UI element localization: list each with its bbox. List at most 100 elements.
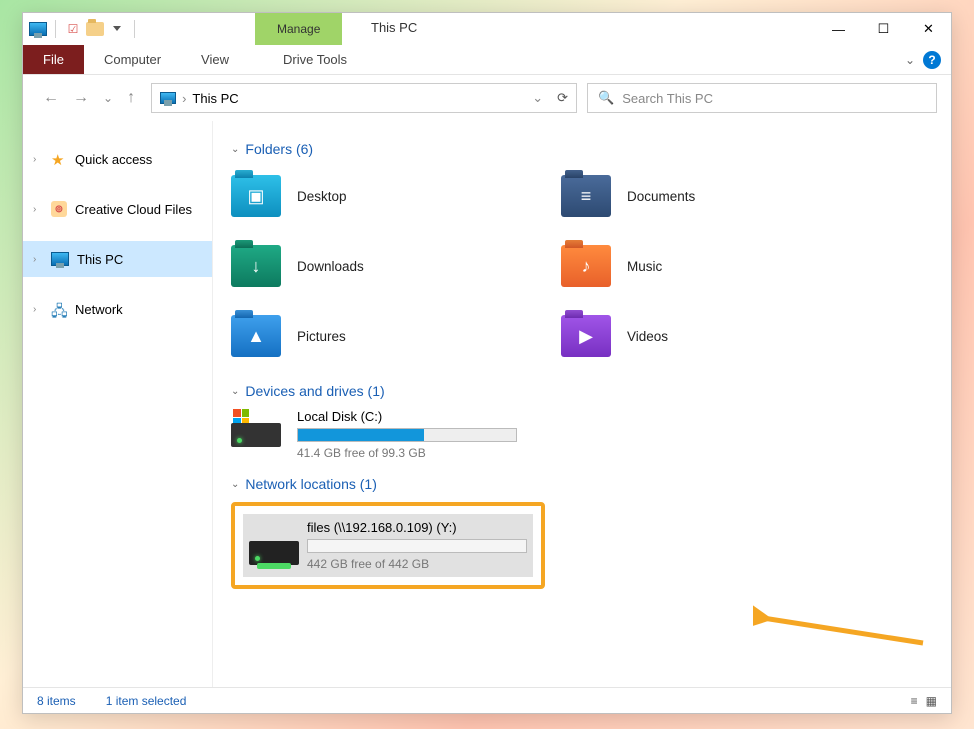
thumbnails-view-icon[interactable]: ▦ bbox=[926, 694, 937, 708]
ribbon-tabs: File Computer View Drive Tools ⌄ ? bbox=[23, 45, 951, 75]
section-title: Devices and drives (1) bbox=[245, 383, 384, 399]
pc-icon bbox=[51, 252, 69, 266]
quick-access-toolbar: ☑ bbox=[23, 20, 139, 38]
documents-icon: ≡ bbox=[561, 175, 611, 217]
sidebar-item-this-pc[interactable]: › This PC bbox=[23, 241, 212, 277]
sidebar-item-label: This PC bbox=[77, 252, 123, 267]
refresh-button[interactable]: ⟳ bbox=[557, 90, 568, 106]
minimize-button[interactable]: — bbox=[816, 13, 861, 45]
section-folders-header[interactable]: ⌄ Folders (6) bbox=[231, 141, 933, 157]
folders-grid: ▣ Desktop ≡ Documents ↓ Downloads ♪ Musi… bbox=[231, 167, 933, 365]
folder-label: Desktop bbox=[297, 189, 347, 204]
drive-label: Local Disk (C:) bbox=[297, 409, 933, 424]
expand-icon[interactable]: › bbox=[33, 154, 43, 165]
downloads-icon: ↓ bbox=[231, 245, 281, 287]
storage-bar bbox=[307, 539, 527, 553]
qat-dropdown-icon[interactable] bbox=[108, 20, 126, 38]
tab-file[interactable]: File bbox=[23, 45, 84, 74]
network-icon: 🖧 bbox=[51, 301, 67, 317]
local-disk-c[interactable]: Local Disk (C:) 41.4 GB free of 99.3 GB bbox=[231, 409, 933, 460]
sidebar-item-label: Network bbox=[75, 302, 123, 317]
breadcrumb-separator-icon: › bbox=[182, 91, 186, 106]
search-box[interactable]: 🔍 Search This PC bbox=[587, 83, 937, 113]
tab-view[interactable]: View bbox=[181, 45, 249, 74]
folder-label: Documents bbox=[627, 189, 695, 204]
explorer-window: ☑ Manage This PC — ☐ ✕ File Computer Vie… bbox=[22, 12, 952, 714]
section-devices-header[interactable]: ⌄ Devices and drives (1) bbox=[231, 383, 933, 399]
titlebar: ☑ Manage This PC — ☐ ✕ bbox=[23, 13, 951, 45]
highlight-annotation: files (\\192.168.0.109) (Y:) 442 GB free… bbox=[231, 502, 545, 589]
pc-icon bbox=[160, 92, 176, 104]
properties-icon[interactable]: ☑ bbox=[64, 20, 82, 38]
drive-free-text: 442 GB free of 442 GB bbox=[307, 557, 527, 571]
details-view-icon[interactable]: ≡ bbox=[911, 694, 918, 708]
new-folder-icon[interactable] bbox=[86, 20, 104, 38]
address-dropdown-icon[interactable]: ⌄ bbox=[532, 90, 543, 106]
creative-cloud-icon: ⊚ bbox=[51, 201, 67, 217]
chevron-down-icon: ⌄ bbox=[231, 144, 239, 155]
folder-label: Downloads bbox=[297, 259, 364, 274]
section-title: Folders (6) bbox=[245, 141, 313, 157]
navigation-pane: › ★ Quick access › ⊚ Creative Cloud File… bbox=[23, 121, 213, 687]
chevron-down-icon: ⌄ bbox=[231, 386, 239, 397]
desktop-icon: ▣ bbox=[231, 175, 281, 217]
help-icon[interactable]: ? bbox=[923, 51, 941, 69]
folder-desktop[interactable]: ▣ Desktop bbox=[231, 167, 531, 225]
ribbon-collapse-icon[interactable]: ⌄ bbox=[905, 53, 915, 67]
folder-documents[interactable]: ≡ Documents bbox=[561, 167, 861, 225]
tab-drive-tools[interactable]: Drive Tools bbox=[263, 45, 367, 74]
breadcrumb-this-pc[interactable]: This PC bbox=[192, 91, 238, 106]
folder-downloads[interactable]: ↓ Downloads bbox=[231, 237, 531, 295]
network-drive-icon bbox=[249, 527, 291, 565]
folder-label: Videos bbox=[627, 329, 668, 344]
storage-bar bbox=[297, 428, 517, 442]
sidebar-item-network[interactable]: › 🖧 Network bbox=[23, 291, 212, 327]
separator bbox=[55, 20, 56, 38]
forward-button[interactable]: → bbox=[73, 89, 89, 107]
up-button[interactable]: ↑ bbox=[127, 89, 135, 107]
status-item-count: 8 items bbox=[37, 694, 76, 708]
section-network-header[interactable]: ⌄ Network locations (1) bbox=[231, 476, 933, 492]
sidebar-item-quick-access[interactable]: › ★ Quick access bbox=[23, 141, 212, 177]
system-icon[interactable] bbox=[29, 20, 47, 38]
expand-icon[interactable]: › bbox=[33, 204, 43, 215]
music-icon: ♪ bbox=[561, 245, 611, 287]
sidebar-item-label: Quick access bbox=[75, 152, 152, 167]
content-pane: ⌄ Folders (6) ▣ Desktop ≡ Documents ↓ Do… bbox=[213, 121, 951, 687]
window-title: This PC bbox=[371, 20, 417, 35]
section-title: Network locations (1) bbox=[245, 476, 377, 492]
drive-icon bbox=[231, 409, 281, 447]
tab-computer[interactable]: Computer bbox=[84, 45, 181, 74]
manage-contextual-tab[interactable]: Manage bbox=[255, 13, 342, 45]
window-buttons: — ☐ ✕ bbox=[816, 13, 951, 45]
address-bar[interactable]: › This PC ⌄ ⟳ bbox=[151, 83, 577, 113]
status-bar: 8 items 1 item selected ≡ ▦ bbox=[23, 687, 951, 713]
pictures-icon: ▲ bbox=[231, 315, 281, 357]
status-selection-count: 1 item selected bbox=[106, 694, 187, 708]
folder-pictures[interactable]: ▲ Pictures bbox=[231, 307, 531, 365]
arrow-annotation bbox=[753, 593, 933, 653]
folder-label: Music bbox=[627, 259, 662, 274]
videos-icon: ▶ bbox=[561, 315, 611, 357]
search-placeholder: Search This PC bbox=[622, 91, 713, 106]
folder-music[interactable]: ♪ Music bbox=[561, 237, 861, 295]
back-button[interactable]: ← bbox=[43, 89, 59, 107]
folder-label: Pictures bbox=[297, 329, 346, 344]
maximize-button[interactable]: ☐ bbox=[861, 13, 906, 45]
network-drive-y[interactable]: files (\\192.168.0.109) (Y:) 442 GB free… bbox=[243, 514, 533, 577]
star-icon: ★ bbox=[51, 151, 67, 167]
expand-icon[interactable]: › bbox=[33, 304, 43, 315]
sidebar-item-label: Creative Cloud Files bbox=[75, 202, 192, 217]
body: › ★ Quick access › ⊚ Creative Cloud File… bbox=[23, 121, 951, 687]
nav-bar: ← → ⌄ ↑ › This PC ⌄ ⟳ 🔍 Search This PC bbox=[23, 75, 951, 121]
search-icon: 🔍 bbox=[598, 90, 614, 106]
separator bbox=[134, 20, 135, 38]
recent-locations-dropdown[interactable]: ⌄ bbox=[103, 91, 113, 105]
chevron-down-icon: ⌄ bbox=[231, 479, 239, 490]
folder-videos[interactable]: ▶ Videos bbox=[561, 307, 861, 365]
drive-label: files (\\192.168.0.109) (Y:) bbox=[307, 520, 527, 535]
close-button[interactable]: ✕ bbox=[906, 13, 951, 45]
sidebar-item-creative-cloud[interactable]: › ⊚ Creative Cloud Files bbox=[23, 191, 212, 227]
drive-free-text: 41.4 GB free of 99.3 GB bbox=[297, 446, 933, 460]
expand-icon[interactable]: › bbox=[33, 254, 43, 265]
